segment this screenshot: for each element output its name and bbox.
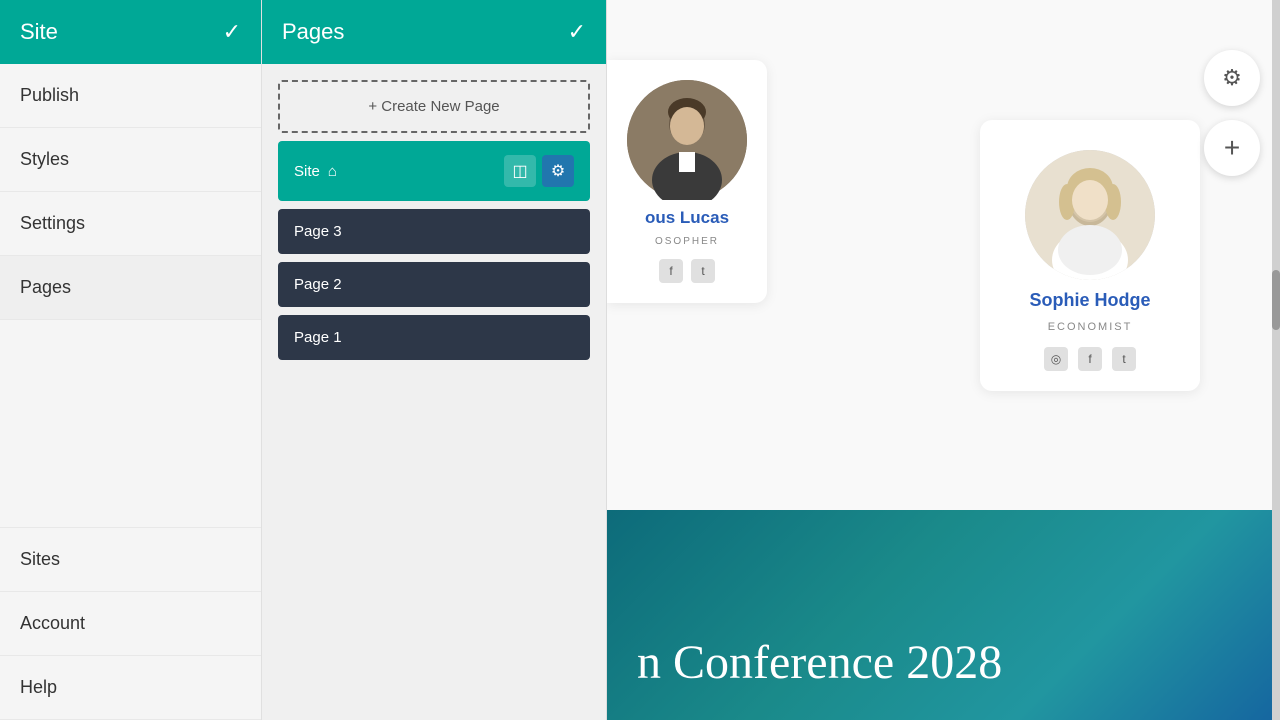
sidebar-item-publish[interactable]: Publish: [0, 64, 261, 128]
partial-person-card: ous Lucas OSOPHER f t: [607, 60, 767, 303]
floating-gear-button[interactable]: ⚙: [1204, 50, 1260, 106]
sidebar-item-account[interactable]: Account: [0, 592, 261, 656]
instagram-icon[interactable]: ◎: [1044, 347, 1068, 371]
sidebar-title: Site: [20, 19, 58, 45]
home-icon: ⌂: [328, 163, 337, 180]
sidebar-item-settings[interactable]: Settings: [0, 192, 261, 256]
partial-avatar: [627, 80, 747, 200]
pages-header: Pages ✓: [262, 0, 606, 64]
sidebar-item-sites[interactable]: Sites: [0, 528, 261, 592]
gear-icon-button[interactable]: ⚙: [542, 155, 574, 187]
sidebar: Site ✓ Publish Styles Settings Pages Sit…: [0, 0, 262, 720]
partial-avatar-svg: [627, 80, 747, 200]
page-1-item[interactable]: Page 1: [278, 315, 590, 360]
pages-content: + Create New Page Site ⌂ ◫ ⚙ Page 3 Page…: [262, 64, 606, 376]
scrollbar-track[interactable]: [1272, 0, 1280, 720]
sophie-hodge-name: Sophie Hodge: [1030, 290, 1151, 311]
site-item-left: Site ⌂: [294, 163, 337, 180]
sophie-hodge-card: Sophie Hodge ECONOMIST ◎ f t: [980, 120, 1200, 391]
avatar-svg: [1025, 150, 1155, 280]
gear-icon: ⚙: [1222, 65, 1242, 91]
twitter-icon[interactable]: t: [1112, 347, 1136, 371]
floating-add-button[interactable]: +: [1204, 120, 1260, 176]
sidebar-nav: Publish Styles Settings Pages Sites Acco…: [0, 64, 261, 720]
sidebar-header: Site ✓: [0, 0, 261, 64]
sophie-hodge-socials: ◎ f t: [1044, 347, 1136, 371]
sidebar-item-styles[interactable]: Styles: [0, 128, 261, 192]
conference-text: n Conference 2028: [637, 635, 1002, 690]
page-3-item[interactable]: Page 3: [278, 209, 590, 254]
site-item-icons: ◫ ⚙: [504, 155, 574, 187]
sidebar-item-pages[interactable]: Pages: [0, 256, 261, 320]
pages-title: Pages: [282, 19, 344, 45]
partial-twitter-icon[interactable]: t: [691, 259, 715, 283]
site-label: Site: [294, 163, 320, 180]
sophie-hodge-avatar: [1025, 150, 1155, 280]
layers-icon-button[interactable]: ◫: [504, 155, 536, 187]
main-content: Sophie Hodge ECONOMIST ◎ f t: [607, 0, 1280, 720]
scrollbar-thumb[interactable]: [1272, 270, 1280, 330]
sophie-hodge-role: ECONOMIST: [1048, 321, 1133, 333]
sidebar-spacer: [0, 320, 261, 528]
sidebar-check-icon: ✓: [223, 19, 241, 45]
page-2-item[interactable]: Page 2: [278, 262, 590, 307]
sidebar-item-help[interactable]: Help: [0, 656, 261, 720]
conference-section: n Conference 2028: [607, 510, 1280, 720]
partial-name: ous Lucas: [645, 208, 729, 228]
pages-panel: Pages ✓ + Create New Page Site ⌂ ◫ ⚙ Pag…: [262, 0, 607, 720]
create-new-page-button[interactable]: + Create New Page: [278, 80, 590, 133]
partial-socials: f t: [659, 259, 715, 283]
pages-check-icon: ✓: [568, 19, 586, 45]
facebook-icon[interactable]: f: [1078, 347, 1102, 371]
partial-role: OSOPHER: [655, 236, 719, 247]
site-page-item[interactable]: Site ⌂ ◫ ⚙: [278, 141, 590, 201]
partial-facebook-icon[interactable]: f: [659, 259, 683, 283]
plus-icon: +: [1224, 132, 1240, 164]
